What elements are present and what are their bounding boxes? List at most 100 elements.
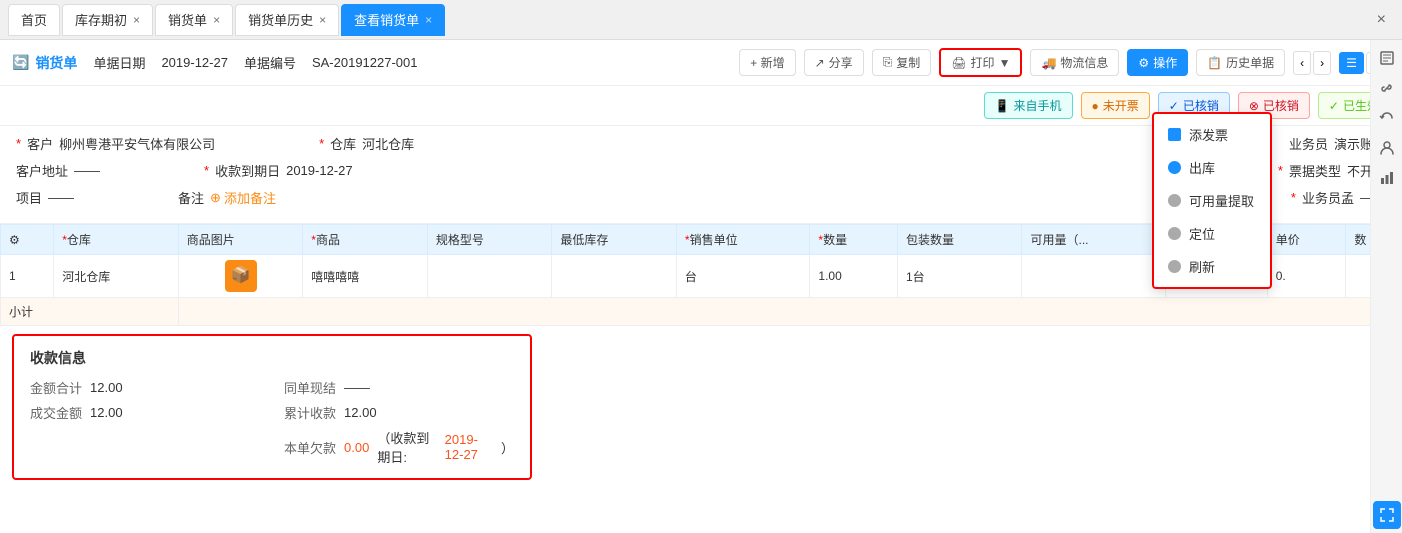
share-button[interactable]: ↗ 分享 [804, 49, 864, 76]
operate-button[interactable]: ⚙ 操作 [1127, 49, 1188, 76]
row-available [1022, 255, 1166, 298]
tab-home[interactable]: 首页 [8, 4, 60, 36]
sidebar-notes-icon[interactable] [1373, 44, 1401, 72]
doc-icon: 🔄 [12, 54, 29, 71]
payment-grid: 金额合计 12.00 同单现结 —— 成交金额 12.00 累计收款 12.00… [30, 378, 514, 466]
add-note-button[interactable]: ⊕ 添加备注 [210, 188, 276, 207]
col-warehouse: *仓库 [54, 225, 179, 255]
sidebar-user-icon[interactable] [1373, 134, 1401, 162]
print-button[interactable]: 🖨 打印 ▼ [939, 48, 1022, 77]
row-image: 📦 [178, 255, 303, 298]
sidebar-chart-icon[interactable] [1373, 164, 1401, 192]
col-gear: ⚙ [1, 225, 54, 255]
address-field: 客户地址 —— [16, 161, 100, 180]
tab-close-view-sales-order[interactable]: × [425, 13, 432, 27]
print-icon: 🖨 [951, 56, 966, 70]
share-icon: ↗ [815, 56, 825, 70]
menu-outbound[interactable]: 出库 [1154, 151, 1270, 184]
total-row: 金额合计 12.00 [30, 378, 260, 397]
gear-icon: ⚙ [9, 233, 20, 247]
prev-button[interactable]: ‹ [1293, 51, 1311, 75]
print-dropdown-icon: ▼ [999, 56, 1011, 70]
locate-icon [1168, 227, 1181, 240]
col-pack-qty: 包装数量 [897, 225, 1022, 255]
subtotal-label: 小计 [1, 298, 179, 326]
owe-row: 本单欠款 0.00 （收款到期日: 2019-12-27 ） [284, 428, 514, 466]
operate-dropdown: 添发票 出库 可用量提取 定位 刷新 [1152, 112, 1272, 289]
next-button[interactable]: › [1313, 51, 1331, 75]
doc-meta: 单据日期 2019-12-27 单据编号 SA-20191227-001 [93, 53, 723, 72]
doc-actions: + 新增 ↗ 分享 ⎘ 复制 🖨 打印 ▼ 🚚 物流信息 [739, 48, 1390, 77]
qty-extract-icon [1168, 194, 1181, 207]
cancel-icon: ⊗ [1249, 99, 1259, 113]
date-label: 单据日期 [93, 53, 145, 72]
operate-icon: ⚙ [1138, 56, 1149, 70]
tab-close-inventory-init[interactable]: × [133, 13, 140, 27]
row-spec [427, 255, 552, 298]
logistics-button[interactable]: 🚚 物流信息 [1030, 49, 1119, 76]
row-unit: 台 [676, 255, 810, 298]
col-available: 可用量（... [1022, 225, 1166, 255]
col-unit: *销售单位 [676, 225, 810, 255]
history-icon: 📋 [1207, 56, 1222, 70]
col-spec: 规格型号 [427, 225, 552, 255]
logistics-icon: 🚚 [1041, 56, 1056, 70]
not-open-button[interactable]: ● 未开票 [1081, 92, 1150, 119]
main-content: 🔄 销货单 单据日期 2019-12-27 单据编号 SA-20191227-0… [0, 40, 1402, 533]
tab-inventory-init[interactable]: 库存期初 × [62, 4, 153, 36]
note-field: 备注 ⊕ 添加备注 [178, 188, 276, 207]
customer-field: * 客户 柳州粤港平安气体有限公司 [16, 134, 215, 153]
effect-icon: ✓ [1329, 99, 1339, 113]
tab-view-sales-order[interactable]: 查看销货单 × [341, 4, 445, 36]
nav-arrows: ‹ › [1293, 51, 1331, 75]
menu-add-invoice[interactable]: 添发票 [1154, 118, 1270, 151]
row-pack-qty: 1台 [897, 255, 1022, 298]
row-warehouse: 河北仓库 [54, 255, 179, 298]
tab-bar: 首页 库存期初 × 销货单 × 销货单历史 × 查看销货单 × × [0, 0, 1402, 40]
row-price: 0. [1267, 255, 1346, 298]
tab-close-sales-order[interactable]: × [213, 13, 220, 27]
add-icon: ⊕ [210, 190, 221, 206]
deal-row: 成交金额 12.00 [30, 403, 260, 422]
cumulative-row: 累计收款 12.00 [284, 403, 514, 422]
close-all-button[interactable]: × [1369, 7, 1394, 33]
menu-locate[interactable]: 定位 [1154, 217, 1270, 250]
payment-title: 收款信息 [30, 348, 514, 368]
new-button[interactable]: + 新增 [739, 49, 795, 76]
from-phone-button[interactable]: 📱 来自手机 [984, 92, 1073, 119]
col-image: 商品图片 [178, 225, 303, 255]
subtotal-row: 小计 [1, 298, 1402, 326]
warehouse-field: * 仓库 河北仓库 [319, 134, 414, 153]
payment-info: 收款信息 金额合计 12.00 同单现结 —— 成交金额 12.00 累计收款 … [12, 334, 532, 480]
doc-header: 🔄 销货单 单据日期 2019-12-27 单据编号 SA-20191227-0… [0, 40, 1402, 86]
sidebar-refresh-icon[interactable] [1373, 104, 1401, 132]
date-value: 2019-12-27 [161, 55, 228, 70]
copy-button[interactable]: ⎘ 复制 [872, 49, 932, 76]
row-index: 1 [1, 255, 54, 298]
row-product: 嘻嘻嘻嘻 [303, 255, 428, 298]
same-order-row: 同单现结 —— [284, 378, 514, 397]
tab-sales-history[interactable]: 销货单历史 × [235, 4, 339, 36]
add-invoice-icon [1168, 128, 1181, 141]
sidebar-link-icon[interactable] [1373, 74, 1401, 102]
menu-qty-extract[interactable]: 可用量提取 [1154, 184, 1270, 217]
col-product: *商品 [303, 225, 428, 255]
tab-sales-order[interactable]: 销货单 × [155, 4, 233, 36]
row-min-stock [552, 255, 677, 298]
view-list-button[interactable]: ☰ [1339, 52, 1364, 74]
row-qty: 1.00 [810, 255, 898, 298]
history-button[interactable]: 📋 历史单据 [1196, 49, 1285, 76]
col-price: 单价 [1267, 225, 1346, 255]
no-value: SA-20191227-001 [312, 55, 418, 70]
ticket-icon: ● [1092, 99, 1099, 113]
tab-close-sales-history[interactable]: × [319, 13, 326, 27]
menu-refresh[interactable]: 刷新 [1154, 250, 1270, 283]
due-date-field: * 收款到期日 2019-12-27 [204, 161, 353, 180]
outbound-icon [1168, 161, 1181, 174]
refresh-icon [1168, 260, 1181, 273]
sidebar-expand-icon[interactable] [1373, 501, 1401, 529]
col-qty: *数量 [810, 225, 898, 255]
no-label: 单据编号 [244, 53, 296, 72]
project-field: 项目 —— [16, 188, 74, 207]
subtotal-values [178, 298, 1401, 326]
